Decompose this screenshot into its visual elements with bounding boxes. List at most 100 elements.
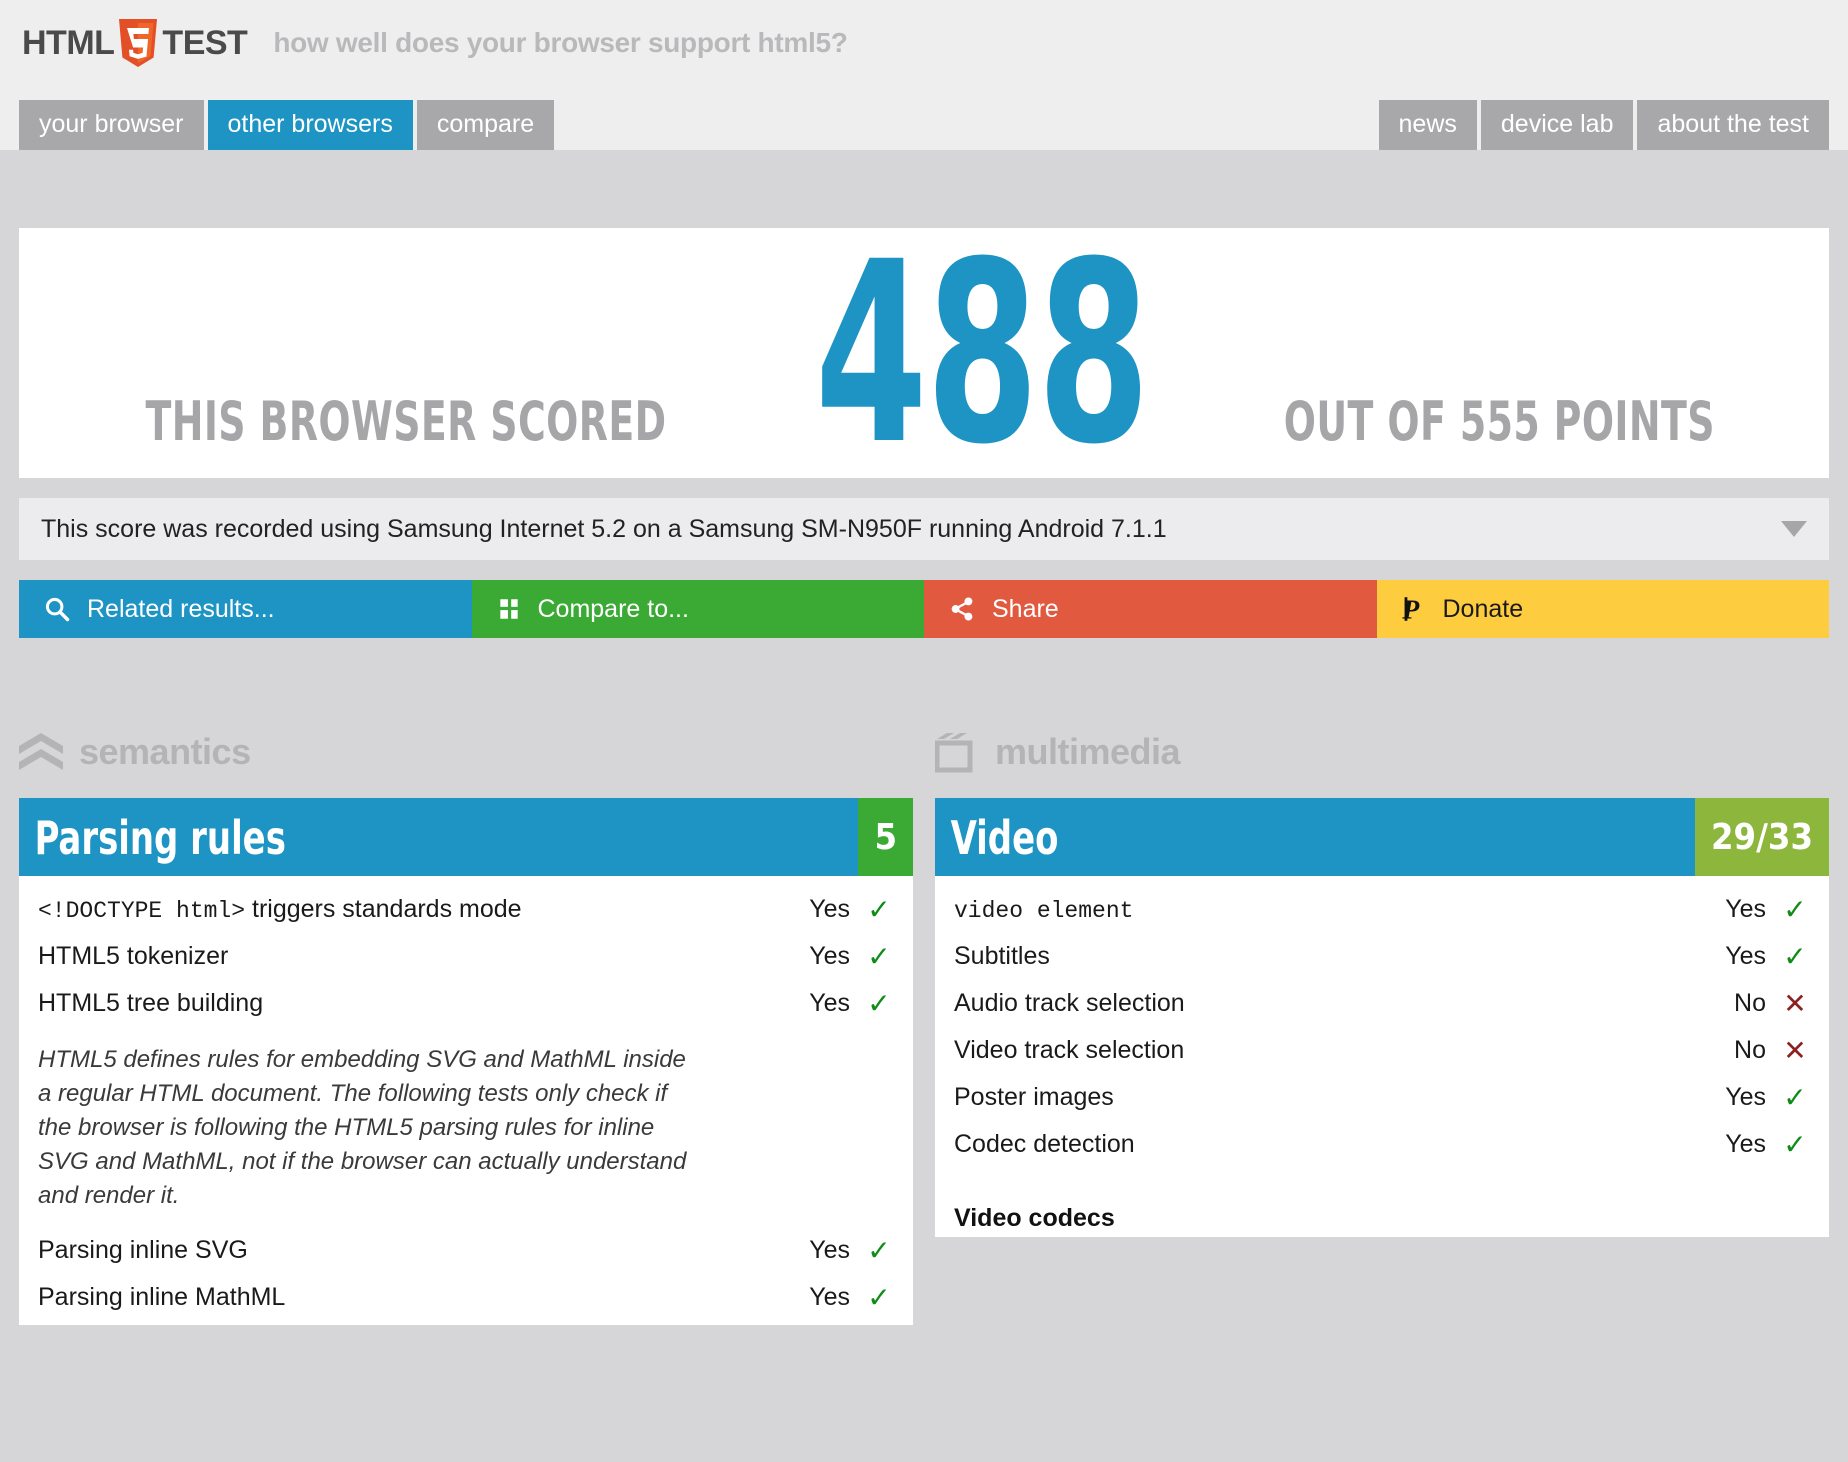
brand-bar: HTML TEST how well does your browser sup… <box>0 0 1848 72</box>
table-row: Poster images Yes ✓ <box>954 1074 1810 1121</box>
check-icon: ✓ <box>867 987 891 1019</box>
section-title-semantics: semantics <box>79 731 251 772</box>
html5-shield-icon <box>117 19 159 67</box>
page-body: THIS BROWSER SCORED 488 OUT OF 555 POINT… <box>0 150 1848 1326</box>
table-row: Audio track selection No ✕ <box>954 980 1810 1027</box>
card-parsing-rules: Parsing rules 5 <!DOCTYPE html> triggers… <box>19 798 913 1326</box>
card-title-video: Video <box>950 811 1059 865</box>
row-label: video element <box>954 895 1711 924</box>
table-row: Parsing inline MathML Yes ✓ <box>38 1274 894 1321</box>
row-label-text: triggers standards mode <box>245 895 522 923</box>
row-value: Yes <box>1725 895 1766 923</box>
grid-icon <box>496 596 522 622</box>
nav-item-other-browsers[interactable]: other browsers <box>207 99 413 150</box>
top-spacer <box>19 150 1829 228</box>
table-row: video element Yes ✓ <box>954 886 1810 933</box>
nav-group-secondary: news device lab about the test <box>1378 99 1829 150</box>
check-icon: ✓ <box>1783 1128 1807 1160</box>
row-label: Video track selection <box>954 1036 1185 1064</box>
cross-icon: ✕ <box>1783 987 1807 1019</box>
donate-button[interactable]: P Donate <box>1376 580 1829 638</box>
clapperboard-icon <box>935 731 979 773</box>
row-value: Yes <box>809 1283 850 1312</box>
score-prefix-label: THIS BROWSER SCORED <box>145 389 667 453</box>
card-score-parsing-rules: 5 <box>858 798 913 876</box>
check-icon: ✓ <box>867 940 891 972</box>
check-icon: ✓ <box>867 1234 891 1266</box>
table-row: Video track selection No ✕ <box>954 1027 1810 1074</box>
card-title-parsing-rules: Parsing rules <box>34 811 286 865</box>
column-semantics: semantics Parsing rules 5 <!DOCTYPE html… <box>19 730 913 1326</box>
section-header-semantics: semantics <box>19 730 913 774</box>
table-row: HTML5 tokenizer Yes ✓ <box>38 933 894 980</box>
card-body-parsing-rules: <!DOCTYPE html> triggers standards mode … <box>19 876 913 1325</box>
table-row: Codec detection Yes ✓ <box>954 1121 1810 1168</box>
row-label: <!DOCTYPE html> triggers standards mode <box>38 895 795 924</box>
table-row: HTML5 tree building Yes ✓ <box>38 980 894 1027</box>
score-line: THIS BROWSER SCORED 488 OUT OF 555 POINT… <box>72 228 1776 478</box>
row-label: Codec detection <box>954 1130 1135 1158</box>
logo-test-text: TEST <box>162 24 248 62</box>
check-icon: ✓ <box>867 1281 891 1313</box>
section-title-multimedia: multimedia <box>995 731 1181 772</box>
row-label: HTML5 tree building <box>38 989 264 1017</box>
row-value: No <box>1734 989 1766 1017</box>
site-header: HTML TEST how well does your browser sup… <box>0 0 1848 150</box>
row-value: Yes <box>1725 1083 1766 1111</box>
svg-text:P: P <box>1401 595 1420 624</box>
logo-html-text: HTML <box>22 24 115 62</box>
donate-label: Donate <box>1442 594 1524 623</box>
card-body-video: video element Yes ✓ Subtitles Yes ✓ Audi… <box>935 876 1829 1237</box>
card-header-video[interactable]: Video 29/33 <box>935 798 1829 876</box>
compare-to-button[interactable]: Compare to... <box>471 580 924 638</box>
section-header-multimedia: multimedia <box>935 730 1829 774</box>
check-icon: ✓ <box>867 893 891 925</box>
nav-item-device-lab[interactable]: device lab <box>1480 99 1634 150</box>
parsing-rules-note: HTML5 defines rules for embedding SVG an… <box>38 1046 687 1210</box>
score-meta-dropdown[interactable]: This score was recorded using Samsung In… <box>19 498 1829 560</box>
row-value: No <box>1734 1036 1766 1064</box>
score-value: 488 <box>814 228 1150 478</box>
card-video: Video 29/33 video element Yes ✓ Subtitle… <box>935 798 1829 1237</box>
related-results-button[interactable]: Related results... <box>19 580 472 638</box>
card-score-video: 29/33 <box>1695 798 1829 876</box>
row-value: Yes <box>809 989 850 1017</box>
main-navigation: your browser other browsers compare news… <box>0 86 1848 150</box>
results-columns: semantics Parsing rules 5 <!DOCTYPE html… <box>19 730 1829 1326</box>
action-bar: Related results... Compare to... Share P… <box>19 580 1829 638</box>
row-value: Yes <box>809 1236 850 1265</box>
table-row: <!DOCTYPE html> triggers standards mode … <box>38 886 894 933</box>
check-icon: ✓ <box>1783 1081 1807 1113</box>
html5test-logo[interactable]: HTML TEST <box>22 19 248 67</box>
paypal-icon: P <box>1401 594 1427 624</box>
search-icon <box>43 595 71 623</box>
score-suffix-label: OUT OF 555 POINTS <box>1284 389 1716 453</box>
row-label: Poster images <box>954 1083 1114 1111</box>
nav-item-your-browser[interactable]: your browser <box>19 99 204 150</box>
cross-icon: ✕ <box>1783 1034 1807 1066</box>
row-label: Audio track selection <box>954 989 1185 1017</box>
row-label: HTML5 tokenizer <box>38 942 229 970</box>
nav-item-about-the-test[interactable]: about the test <box>1637 99 1829 150</box>
row-label: Parsing inline MathML <box>38 1283 286 1312</box>
check-icon: ✓ <box>1783 940 1807 972</box>
table-row: Parsing inline SVG Yes ✓ <box>38 1227 894 1274</box>
video-codecs-subheading: Video codecs <box>954 1204 1115 1232</box>
share-button[interactable]: Share <box>924 580 1377 638</box>
compare-to-label: Compare to... <box>537 594 689 623</box>
row-value: Yes <box>809 942 850 970</box>
share-icon <box>948 595 976 623</box>
row-label-code: video element <box>954 898 1134 924</box>
chevron-down-icon[interactable] <box>1781 521 1807 537</box>
nav-item-compare[interactable]: compare <box>416 99 555 150</box>
table-row: Subtitles Yes ✓ <box>954 933 1810 980</box>
score-meta-text: This score was recorded using Samsung In… <box>41 514 1167 543</box>
row-label-code: <!DOCTYPE html> <box>38 898 246 924</box>
card-header-parsing-rules[interactable]: Parsing rules 5 <box>19 798 913 876</box>
check-icon: ✓ <box>1783 893 1807 925</box>
nav-item-news[interactable]: news <box>1378 99 1477 150</box>
row-value: Yes <box>1725 942 1766 970</box>
row-label: Parsing inline SVG <box>38 1236 248 1265</box>
score-panel: THIS BROWSER SCORED 488 OUT OF 555 POINT… <box>19 228 1829 478</box>
row-label: Subtitles <box>954 942 1050 970</box>
